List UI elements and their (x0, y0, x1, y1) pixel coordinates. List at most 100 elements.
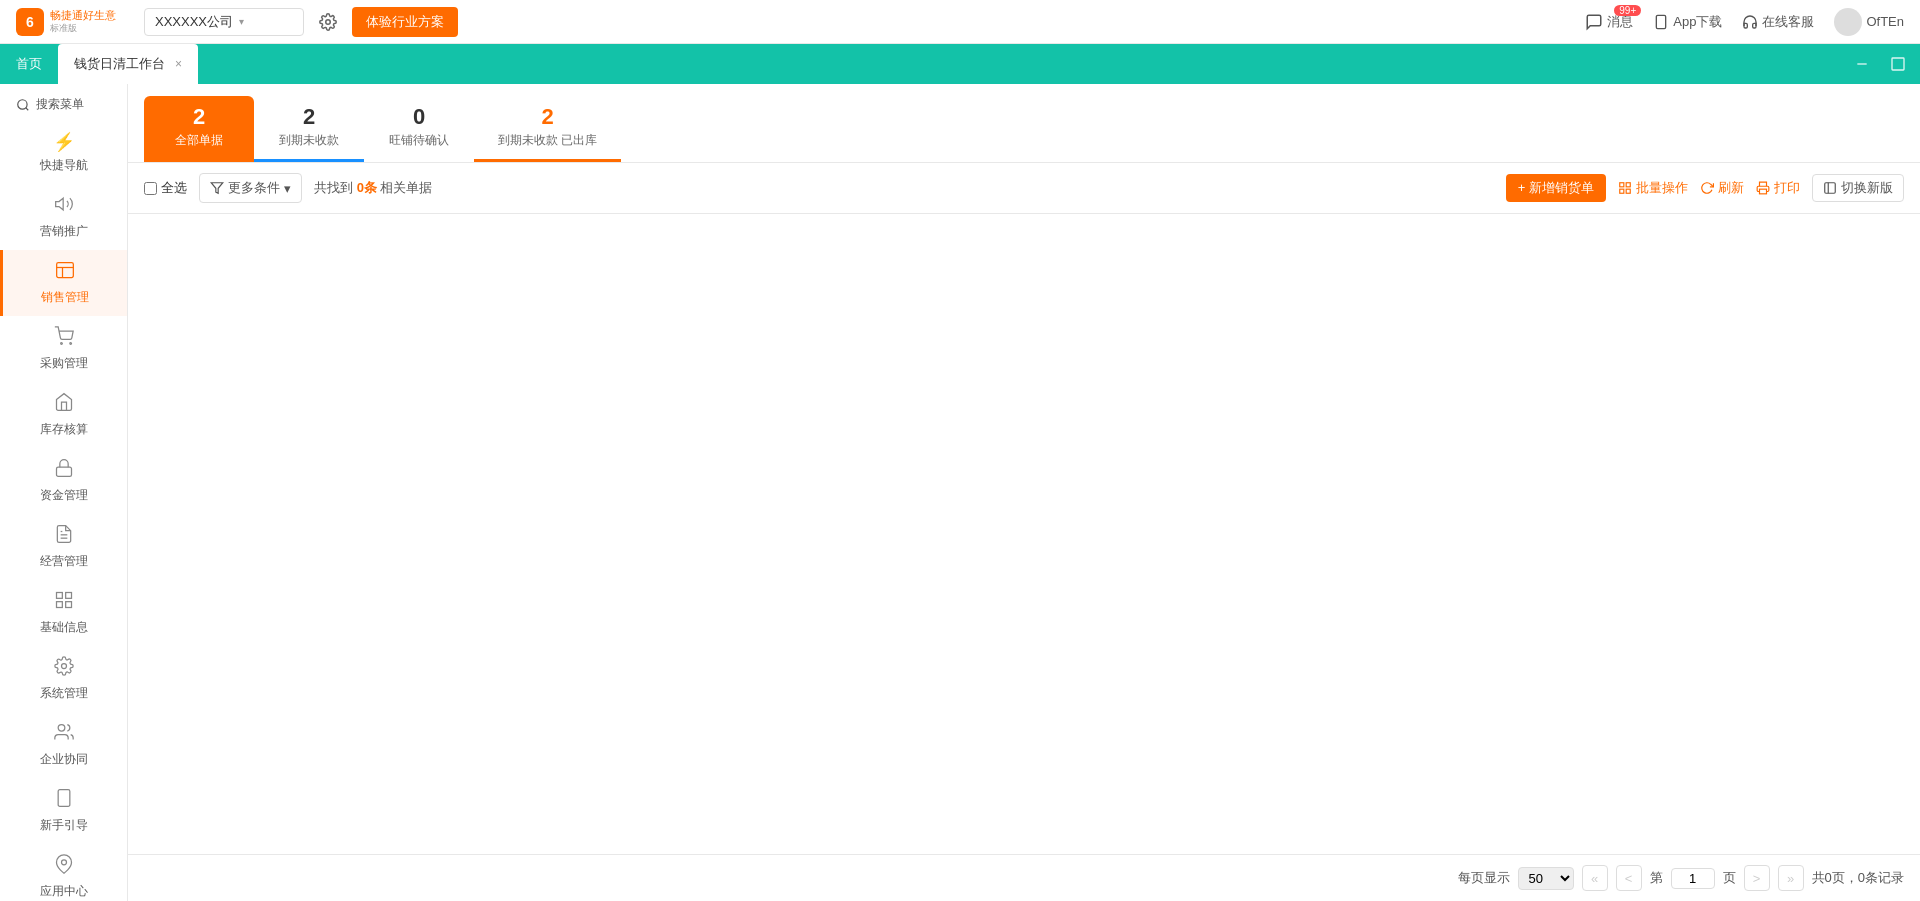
sidebar-item-label: 采购管理 (40, 355, 88, 372)
maximize-button[interactable] (1884, 50, 1912, 78)
sidebar-item-system[interactable]: 系统管理 (0, 646, 127, 712)
sidebar-item-label: 应用中心 (40, 883, 88, 900)
stat-tab-overdue[interactable]: 2 到期未收款 (254, 96, 364, 162)
sidebar-item-label: 营销推广 (40, 223, 88, 240)
finance-icon (54, 458, 74, 483)
tab-qhrq[interactable]: 钱货日清工作台 × (58, 44, 198, 84)
select-all-input[interactable] (144, 182, 157, 195)
tab-close-icon[interactable]: × (175, 57, 182, 71)
user-avatar-area[interactable]: OfTEn (1834, 8, 1904, 36)
sidebar-item-marketing[interactable]: 营销推广 (0, 184, 127, 250)
switch-label: 切换新版 (1841, 179, 1893, 197)
prev-page-button[interactable]: < (1616, 865, 1642, 891)
sidebar-item-purchase[interactable]: 采购管理 (0, 316, 127, 382)
online-service-button[interactable]: 在线客服 (1742, 13, 1814, 31)
stat-tab-all[interactable]: 2 全部单据 (144, 96, 254, 162)
stat-all-number: 2 (193, 104, 205, 130)
sidebar-item-newbie[interactable]: 新手引导 (0, 778, 127, 844)
refresh-button[interactable]: 刷新 (1700, 179, 1744, 197)
minimize-button[interactable] (1848, 50, 1876, 78)
sidebar-item-label: 企业协同 (40, 751, 88, 768)
next-page-button[interactable]: > (1744, 865, 1770, 891)
print-label: 打印 (1774, 179, 1800, 197)
per-page-select[interactable]: 20 50 100 (1518, 867, 1574, 890)
search-menu-label: 搜索菜单 (36, 96, 84, 113)
nav-tabs: 首页 钱货日清工作台 × (0, 44, 1920, 84)
stat-tab-shipped[interactable]: 2 到期未收款 已出库 (474, 96, 621, 162)
svg-rect-29 (1626, 189, 1630, 193)
inventory-icon (54, 392, 74, 417)
stat-pending-number: 0 (413, 104, 425, 130)
switch-version-button[interactable]: 切换新版 (1812, 174, 1904, 202)
page-number-input[interactable] (1671, 868, 1715, 889)
last-page-button[interactable]: » (1778, 865, 1804, 891)
prev-page-icon: < (1625, 871, 1633, 886)
svg-marker-7 (55, 198, 63, 210)
svg-point-12 (69, 343, 71, 345)
svg-point-20 (61, 664, 66, 669)
svg-rect-1 (1657, 15, 1666, 28)
first-page-button[interactable]: « (1582, 865, 1608, 891)
sidebar-item-finance[interactable]: 资金管理 (0, 448, 127, 514)
company-selector[interactable]: XXXXXX公司 ▾ (144, 8, 304, 36)
page-label: 第 (1650, 869, 1663, 887)
svg-rect-30 (1620, 189, 1624, 193)
user-name: OfTEn (1866, 14, 1904, 29)
sidebar-item-basic-info[interactable]: 基础信息 (0, 580, 127, 646)
chevron-down-icon: ▾ (239, 16, 244, 27)
tab-qhrq-label: 钱货日清工作台 (74, 55, 165, 73)
svg-point-11 (60, 343, 62, 345)
add-sale-button[interactable]: + 新增销货单 (1506, 174, 1606, 202)
svg-rect-17 (65, 593, 71, 599)
print-button[interactable]: 打印 (1756, 179, 1800, 197)
logo-badge: 标准版 (50, 22, 116, 35)
operations-icon (54, 524, 74, 549)
sidebar-item-label: 经营管理 (40, 553, 88, 570)
svg-rect-22 (58, 790, 70, 807)
svg-point-21 (58, 725, 65, 732)
experience-button[interactable]: 体验行业方案 (352, 7, 458, 37)
svg-point-0 (326, 19, 331, 24)
basic-info-icon (54, 590, 74, 615)
stats-tabs: 2 全部单据 2 到期未收款 0 旺铺待确认 2 到期未收款 已出库 (128, 84, 1920, 163)
found-text: 共找到 0条 相关单据 (314, 179, 432, 197)
logo-text: 畅捷通好生意 (50, 8, 116, 22)
top-bar: 6 畅捷通好生意 标准版 XXXXXX公司 ▾ 体验行业方案 消息 99+ Ap… (0, 0, 1920, 44)
filter-button[interactable]: 更多条件 ▾ (199, 173, 302, 203)
svg-rect-8 (57, 263, 74, 278)
per-page-label: 每页显示 (1458, 869, 1510, 887)
stat-all-label: 全部单据 (175, 132, 223, 149)
svg-rect-27 (1620, 183, 1624, 187)
stat-shipped-label: 到期未收款 已出库 (498, 132, 597, 149)
tab-home[interactable]: 首页 (0, 44, 58, 84)
batch-label: 批量操作 (1636, 179, 1688, 197)
sidebar-item-enterprise[interactable]: 企业协同 (0, 712, 127, 778)
app-download-button[interactable]: App下载 (1653, 13, 1722, 31)
logo-text-block: 畅捷通好生意 标准版 (50, 8, 116, 35)
stat-shipped-number: 2 (542, 104, 554, 130)
stat-pending-label: 旺铺待确认 (389, 132, 449, 149)
app-download-label: App下载 (1673, 13, 1722, 31)
stat-overdue-label: 到期未收款 (279, 132, 339, 149)
tab-home-label: 首页 (16, 55, 42, 73)
svg-rect-31 (1760, 189, 1767, 194)
table-area (128, 214, 1920, 854)
content-area: 2 全部单据 2 到期未收款 0 旺铺待确认 2 到期未收款 已出库 (128, 84, 1920, 901)
sidebar-item-app-center[interactable]: 应用中心 (0, 844, 127, 901)
sidebar-item-quick-nav[interactable]: ⚡ 快捷导航 (0, 121, 127, 184)
batch-operation-button[interactable]: 批量操作 (1618, 179, 1688, 197)
search-menu-item[interactable]: 搜索菜单 (0, 88, 127, 121)
top-right: 消息 99+ App下载 在线客服 OfTEn (1585, 8, 1904, 36)
sidebar-item-sales[interactable]: 销售管理 (0, 250, 127, 316)
select-all-checkbox[interactable]: 全选 (144, 179, 187, 197)
main-layout: 搜索菜单 ⚡ 快捷导航 营销推广 销售管理 采购管理 (0, 84, 1920, 901)
svg-rect-16 (56, 593, 62, 599)
sidebar-item-inventory[interactable]: 库存核算 (0, 382, 127, 448)
sidebar-item-operations[interactable]: 经营管理 (0, 514, 127, 580)
message-button[interactable]: 消息 99+ (1585, 13, 1633, 31)
enterprise-icon (54, 722, 74, 747)
stat-overdue-number: 2 (303, 104, 315, 130)
settings-button[interactable] (314, 8, 342, 36)
stat-tab-pending[interactable]: 0 旺铺待确认 (364, 96, 474, 162)
next-page-icon: > (1753, 871, 1761, 886)
